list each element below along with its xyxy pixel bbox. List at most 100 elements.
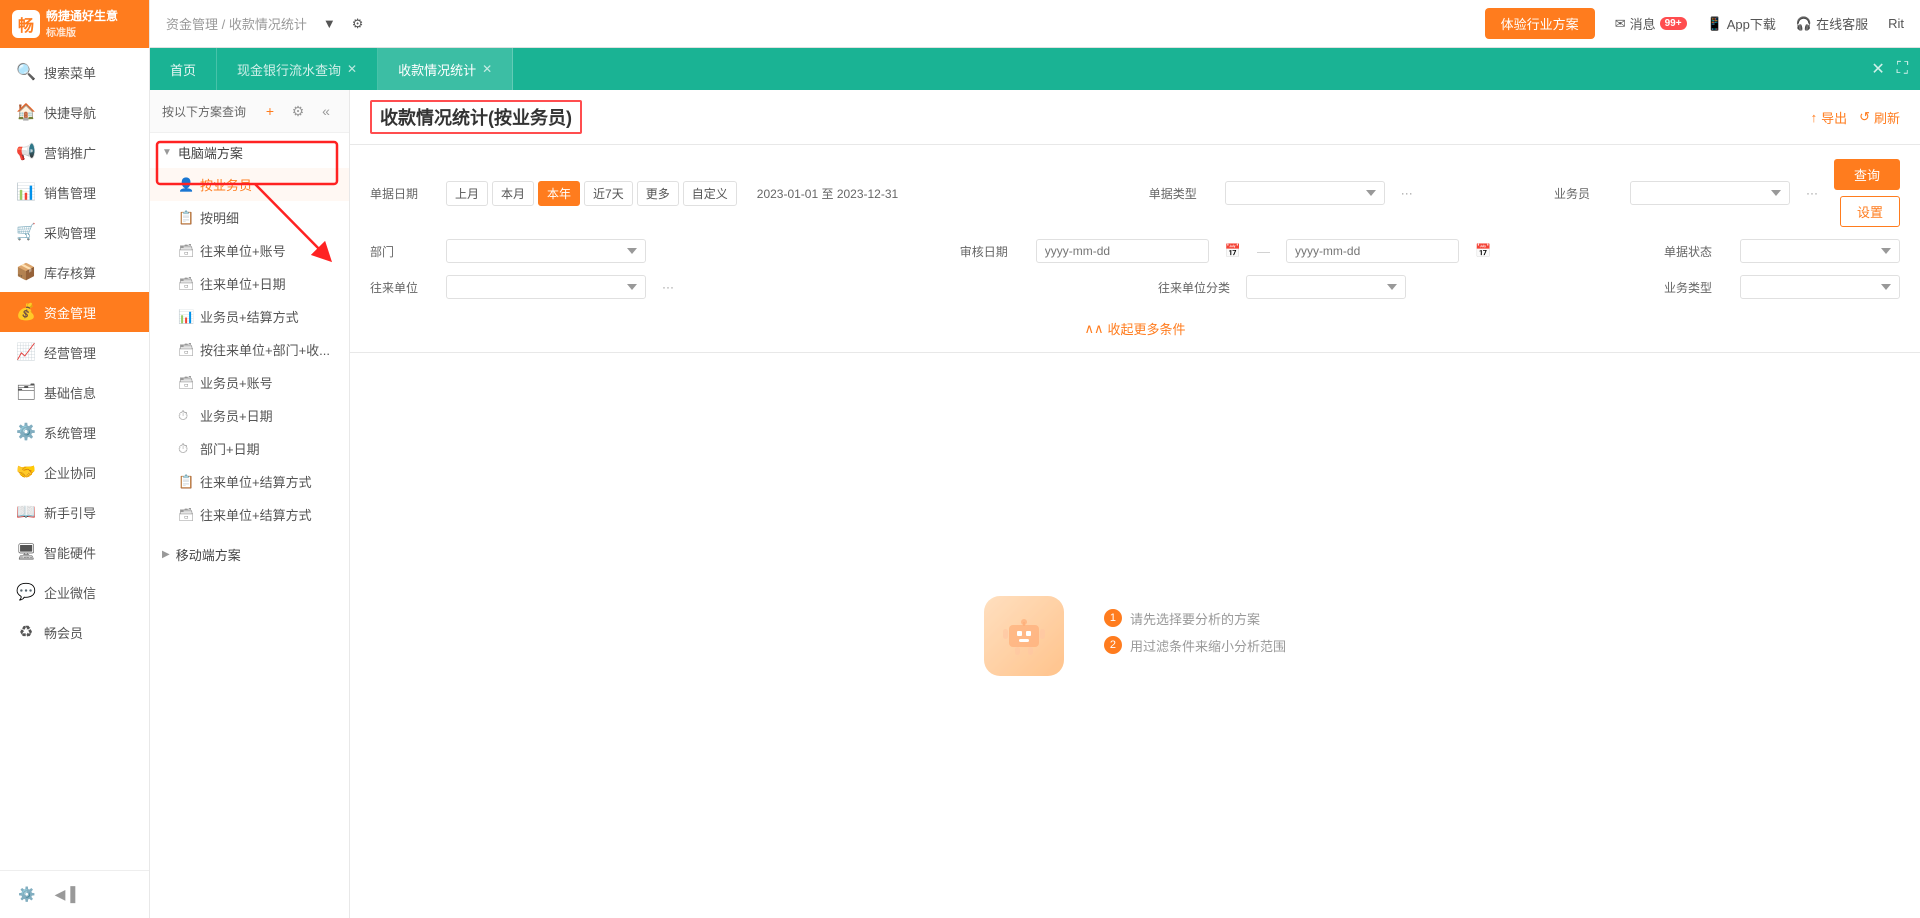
topbar-left: 资金管理 / 收款情况统计 ▼ ⚙ xyxy=(166,14,363,33)
guide-icon: 📖 xyxy=(16,502,36,522)
sidebar-collapse-btn[interactable]: ◀▐ xyxy=(54,884,76,906)
sidebar-item-inventory[interactable]: 📦 库存核算 xyxy=(0,252,149,292)
hint-list: 1 请先选择要分析的方案 2 用过滤条件来缩小分析范围 xyxy=(1104,609,1286,663)
scheme-item-by-unit-dept[interactable]: 🗃 按往来单位+部门+收... xyxy=(150,333,349,366)
hint-text-1: 请先选择要分析的方案 xyxy=(1130,609,1260,628)
date-btn-this-month[interactable]: 本月 xyxy=(492,181,534,206)
message-btn[interactable]: ✉ 消息 99+ xyxy=(1615,14,1687,33)
scheme-header-actions: + ⚙ « xyxy=(259,100,337,122)
date-btn-this-year[interactable]: 本年 xyxy=(538,181,580,206)
sidebar-item-guide[interactable]: 📖 新手引导 xyxy=(0,492,149,532)
tab-bank-close[interactable]: ✕ xyxy=(347,62,357,76)
scheme-item-by-unit-account[interactable]: 🗃 往来单位+账号 xyxy=(150,234,349,267)
sidebar-item-wechat[interactable]: 💬 企业微信 xyxy=(0,572,149,612)
scheme-add-btn[interactable]: + xyxy=(259,100,281,122)
scheme-item-label: 业务员+日期 xyxy=(200,406,273,425)
export-btn[interactable]: ↑ 导出 xyxy=(1811,108,1848,127)
sidebar-logo: 畅 畅捷通好生意 标准版 xyxy=(0,0,149,48)
breadcrumb-text: 资金管理 / 收款情况统计 xyxy=(166,14,307,33)
scheme-item-by-dept-date[interactable]: ⏱ 部门+日期 xyxy=(150,432,349,465)
scheme-item-by-salesperson-date[interactable]: ⏱ 业务员+日期 xyxy=(150,399,349,432)
scheme-item-by-unit-date[interactable]: 🗃 往来单位+日期 xyxy=(150,267,349,300)
salesperson-more-btn[interactable]: ··· xyxy=(1806,186,1818,200)
sidebar-item-label: 营销推广 xyxy=(44,143,96,162)
scheme-group-mobile-label: 移动端方案 xyxy=(176,545,241,564)
scheme-item-by-detail[interactable]: 📋 按明细 xyxy=(150,201,349,234)
tab-bank[interactable]: 现金银行流水查询 ✕ xyxy=(217,48,378,90)
refresh-btn[interactable]: ↺ 刷新 xyxy=(1859,108,1900,127)
counterpart-more-btn[interactable]: ··· xyxy=(662,280,674,294)
scheme-item-label: 按明细 xyxy=(200,208,239,227)
online-service-btn[interactable]: 🎧 在线客服 xyxy=(1796,14,1868,33)
trial-btn[interactable]: 体验行业方案 xyxy=(1485,8,1595,39)
filter-row-1: 单据日期 上月 本月 本年 近7天 更多 自定义 2023-01-01 至 20… xyxy=(370,159,1900,227)
topbar-dropdown-btn[interactable]: ▼ xyxy=(323,16,336,31)
sidebar-item-vip[interactable]: ♻ 畅会员 xyxy=(0,612,149,652)
hint-item-1: 1 请先选择要分析的方案 xyxy=(1104,609,1286,628)
sidebar-item-purchase[interactable]: 🛒 采购管理 xyxy=(0,212,149,252)
scheme-panel-header: 按以下方案查询 + ⚙ « xyxy=(150,90,349,133)
scheme-settings-btn[interactable]: ⚙ xyxy=(287,100,309,122)
chevron-right-icon: ▶ xyxy=(162,549,170,560)
biz-type-label: 业务类型 xyxy=(1664,279,1724,296)
filter-actions: 查询 设置 xyxy=(1834,159,1900,227)
scheme-item-by-unit-settlement2[interactable]: 📋 往来单位+结算方式 xyxy=(150,465,349,498)
scheme-group-mobile-header[interactable]: ▶ 移动端方案 xyxy=(150,539,349,570)
calendar-icon[interactable]: 📅 xyxy=(1225,243,1241,259)
scheme-group-pc-header[interactable]: ▼ 电脑端方案 xyxy=(150,137,349,168)
scheme-item-by-salesperson-settlement[interactable]: 📊 业务员+结算方式 xyxy=(150,300,349,333)
counterpart-category-select[interactable] xyxy=(1246,275,1406,299)
doc-status-select[interactable] xyxy=(1740,239,1900,263)
tab-maximize-btn[interactable]: ⛶ xyxy=(1897,60,1908,78)
date-btn-last-month[interactable]: 上月 xyxy=(446,181,488,206)
scheme-item-by-unit-settlement3[interactable]: 🗃 往来单位+结算方式 xyxy=(150,498,349,531)
review-date-from[interactable] xyxy=(1036,239,1209,263)
doc-type-select[interactable] xyxy=(1225,181,1385,205)
scheme-item-label: 往来单位+结算方式 xyxy=(200,472,312,491)
sidebar-item-search[interactable]: 🔍 搜索菜单 xyxy=(0,52,149,92)
collapse-btn[interactable]: ∧∧ 收起更多条件 xyxy=(1084,319,1185,338)
scheme-collapse-btn[interactable]: « xyxy=(315,100,337,122)
tab-receipt[interactable]: 收款情况统计 ✕ xyxy=(378,48,513,90)
calendar2-icon[interactable]: 📅 xyxy=(1475,243,1491,259)
sidebar-item-base[interactable]: 🗂 基础信息 xyxy=(0,372,149,412)
refresh-icon: ↺ xyxy=(1859,109,1870,125)
date-btn-more[interactable]: 更多 xyxy=(637,181,679,206)
sidebar-item-company[interactable]: 🤝 企业协同 xyxy=(0,452,149,492)
scheme-item-by-salesperson[interactable]: 👤 按业务员 xyxy=(150,168,349,201)
sidebar-item-label: 快捷导航 xyxy=(44,103,96,122)
sidebar-item-marketing[interactable]: 📢 营销推广 xyxy=(0,132,149,172)
search-icon: 🔍 xyxy=(16,62,36,82)
date-divider: — xyxy=(1257,244,1270,259)
tab-receipt-close[interactable]: ✕ xyxy=(482,62,492,76)
sidebar-item-business[interactable]: 📈 经营管理 xyxy=(0,332,149,372)
page-title: 收款情况统计(按业务员) xyxy=(370,100,582,134)
topbar-settings-btn[interactable]: ⚙ xyxy=(352,16,364,32)
sidebar-item-quicknav[interactable]: 🏠 快捷导航 xyxy=(0,92,149,132)
filter-collapse-area: ∧∧ 收起更多条件 xyxy=(370,311,1900,338)
review-date-to[interactable] xyxy=(1286,239,1459,263)
app-download-btn[interactable]: 📱 App下载 xyxy=(1707,14,1776,33)
sidebar-item-system[interactable]: ⚙️ 系统管理 xyxy=(0,412,149,452)
salesperson-select[interactable] xyxy=(1630,181,1790,205)
scheme-item-label: 往来单位+结算方式 xyxy=(200,505,312,524)
breadcrumb: 资金管理 / 收款情况统计 xyxy=(166,14,307,33)
biz-type-select[interactable] xyxy=(1740,275,1900,299)
counterpart-select[interactable] xyxy=(446,275,646,299)
date-btn-custom[interactable]: 自定义 xyxy=(683,181,737,206)
logo-text: 畅捷通好生意 xyxy=(46,9,118,25)
scheme-item-by-salesperson-account[interactable]: 🗃 业务员+账号 xyxy=(150,366,349,399)
doc-type-more-btn[interactable]: ··· xyxy=(1401,186,1413,200)
query-btn[interactable]: 查询 xyxy=(1834,159,1900,190)
sidebar-settings-btn[interactable]: ⚙️ xyxy=(16,884,38,906)
settings-btn[interactable]: 设置 xyxy=(1840,196,1900,227)
logo-badge: 标准版 xyxy=(46,24,118,39)
sidebar-item-sales[interactable]: 📊 销售管理 xyxy=(0,172,149,212)
scheme-item-label: 按往来单位+部门+收... xyxy=(200,340,330,359)
date-btn-7days[interactable]: 近7天 xyxy=(584,181,633,206)
sidebar-item-hardware[interactable]: 🖥 智能硬件 xyxy=(0,532,149,572)
tab-close-all-btn[interactable]: ✕ xyxy=(1871,59,1884,79)
sidebar-item-finance[interactable]: 💰 资金管理 xyxy=(0,292,149,332)
tab-home[interactable]: 首页 xyxy=(150,48,217,90)
dept-select[interactable] xyxy=(446,239,646,263)
